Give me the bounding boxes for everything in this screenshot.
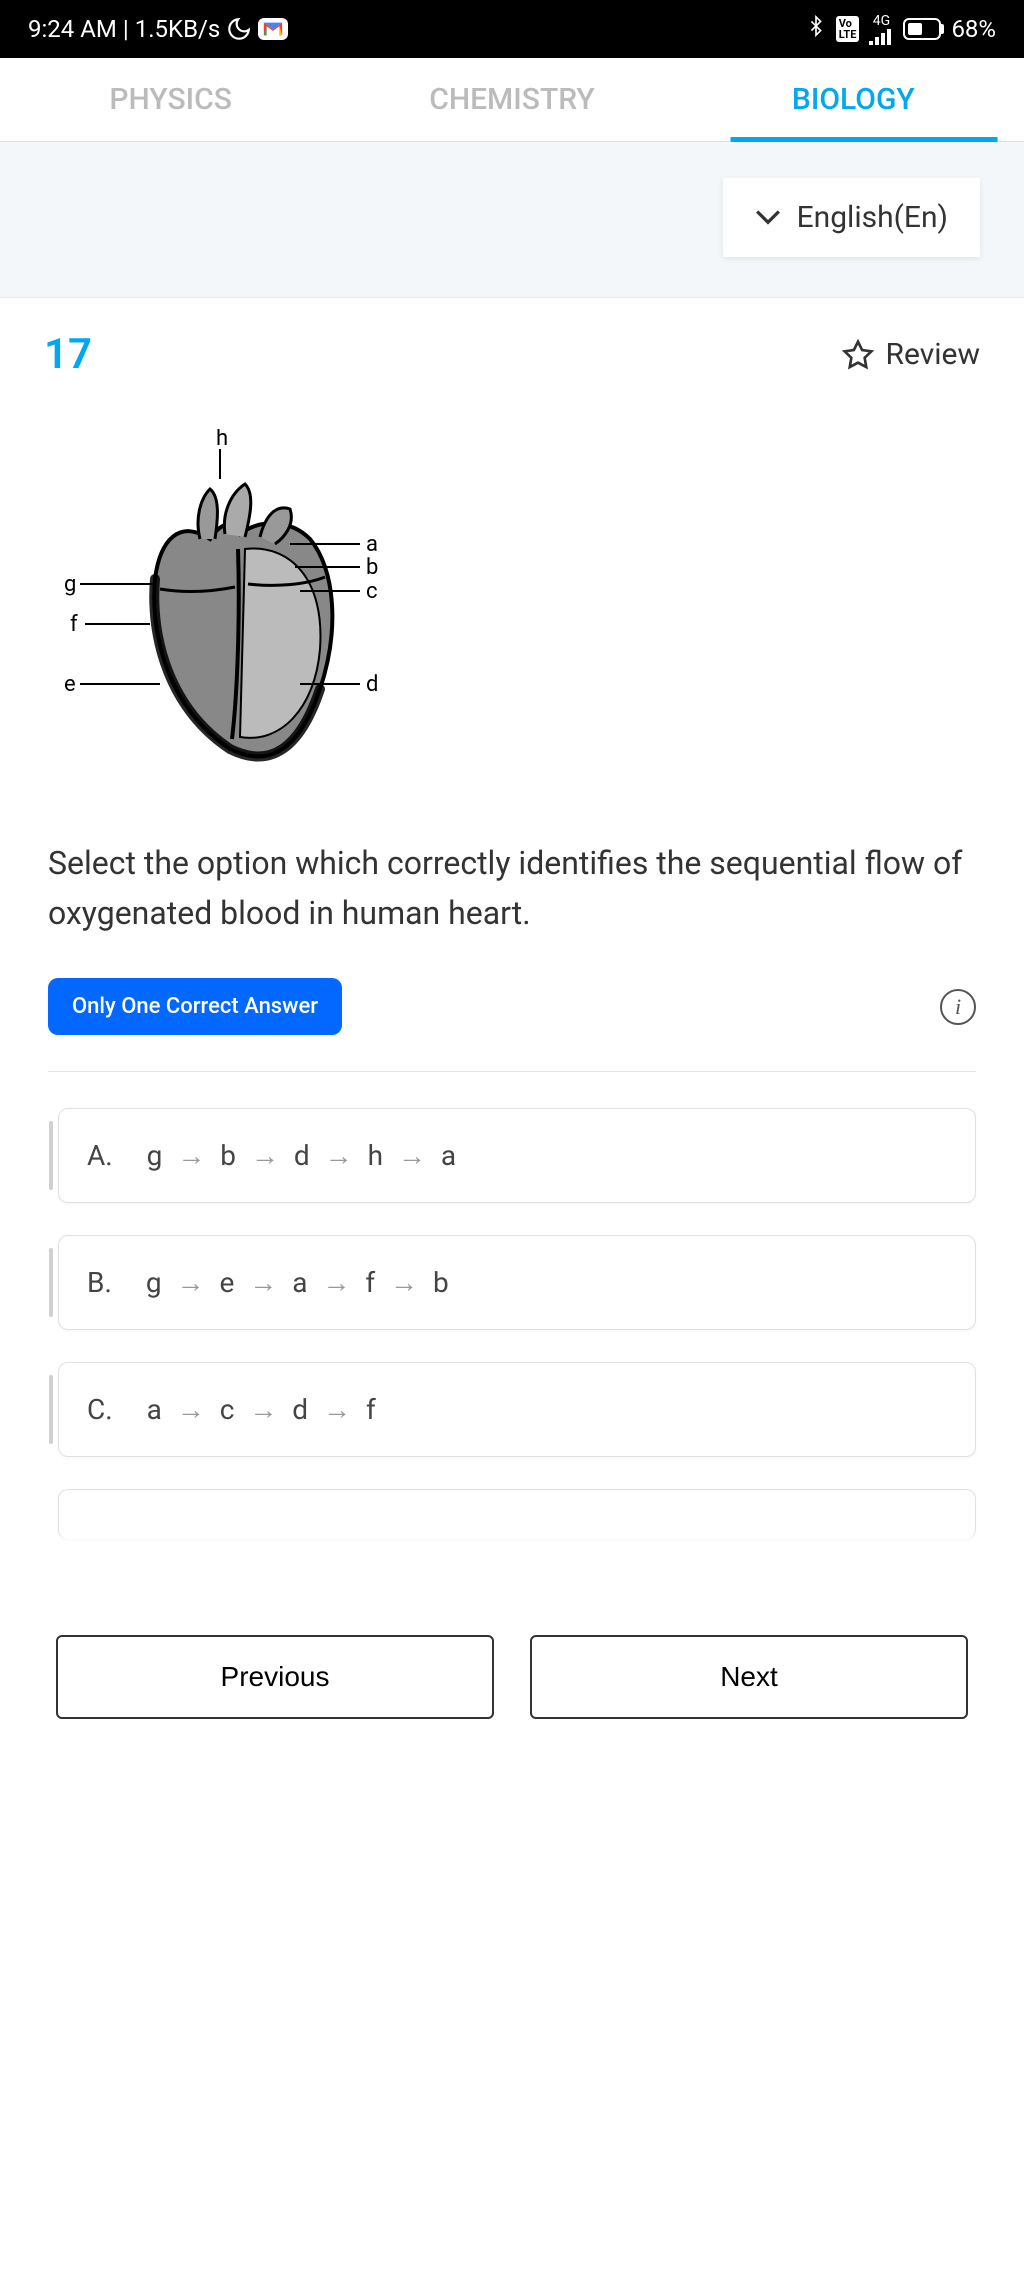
option-text: a → c → d → f bbox=[147, 1393, 378, 1426]
status-speed: 1.5KB/s bbox=[135, 15, 221, 43]
question-number: 17 bbox=[44, 330, 92, 379]
status-time: 9:24 AM bbox=[28, 15, 117, 43]
question-header: 17 Review bbox=[0, 298, 1024, 399]
option-d-partial[interactable] bbox=[58, 1489, 976, 1539]
question-text: Select the option which correctly identi… bbox=[0, 829, 1024, 978]
option-c[interactable]: C. a → c → d → f bbox=[58, 1362, 976, 1457]
option-a[interactable]: A. g → b → d → h → a bbox=[58, 1108, 976, 1203]
review-label: Review bbox=[886, 337, 980, 372]
tab-chemistry[interactable]: CHEMISTRY bbox=[341, 58, 682, 141]
review-button[interactable]: Review bbox=[842, 337, 980, 372]
gmail-icon bbox=[258, 18, 288, 40]
info-icon[interactable]: i bbox=[940, 989, 976, 1025]
option-letter: C. bbox=[87, 1393, 113, 1426]
chevron-down-icon bbox=[755, 200, 781, 235]
star-icon bbox=[842, 339, 874, 371]
language-section: English(En) bbox=[0, 142, 1024, 298]
options-list: A. g → b → d → h → a B. g → e → a → f → … bbox=[0, 1108, 1024, 1611]
network-indicator: 4G bbox=[869, 13, 893, 45]
previous-button[interactable]: Previous bbox=[56, 1635, 494, 1719]
status-separator: | bbox=[123, 15, 129, 43]
svg-text:c: c bbox=[366, 579, 378, 604]
subject-tabs: PHYSICS CHEMISTRY BIOLOGY bbox=[0, 58, 1024, 142]
bluetooth-icon bbox=[806, 13, 826, 45]
svg-text:h: h bbox=[216, 429, 228, 451]
status-left: 9:24 AM | 1.5KB/s bbox=[28, 15, 288, 43]
svg-text:g: g bbox=[64, 572, 76, 597]
language-label: English(En) bbox=[797, 200, 948, 235]
answer-type-row: Only One Correct Answer i bbox=[0, 978, 1024, 1059]
status-right: VoLTE 4G 68% bbox=[806, 13, 996, 45]
tab-biology[interactable]: BIOLOGY bbox=[683, 58, 1024, 141]
svg-text:d: d bbox=[366, 672, 378, 697]
svg-text:e: e bbox=[64, 672, 76, 697]
svg-text:a: a bbox=[366, 532, 378, 557]
language-dropdown[interactable]: English(En) bbox=[723, 178, 980, 257]
heart-diagram: h a b c d g f e bbox=[60, 429, 400, 809]
volte-badge: VoLTE bbox=[836, 16, 860, 42]
status-bar: 9:24 AM | 1.5KB/s VoLTE 4G 68% bbox=[0, 0, 1024, 58]
heart-diagram-area: h a b c d g f e bbox=[0, 399, 1024, 829]
svg-text:f: f bbox=[70, 612, 78, 637]
tab-physics[interactable]: PHYSICS bbox=[0, 58, 341, 141]
option-letter: B. bbox=[87, 1266, 112, 1299]
divider bbox=[48, 1071, 976, 1072]
option-text: g → e → a → f → b bbox=[146, 1266, 451, 1299]
battery-icon bbox=[903, 18, 941, 40]
next-button[interactable]: Next bbox=[530, 1635, 968, 1719]
moon-icon bbox=[226, 16, 252, 42]
option-letter: A. bbox=[87, 1139, 113, 1172]
battery-percent: 68% bbox=[951, 15, 996, 43]
nav-footer: Previous Next bbox=[0, 1611, 1024, 1759]
option-b[interactable]: B. g → e → a → f → b bbox=[58, 1235, 976, 1330]
option-text: g → b → d → h → a bbox=[147, 1139, 458, 1172]
svg-text:b: b bbox=[366, 555, 378, 580]
answer-type-badge: Only One Correct Answer bbox=[48, 978, 342, 1035]
